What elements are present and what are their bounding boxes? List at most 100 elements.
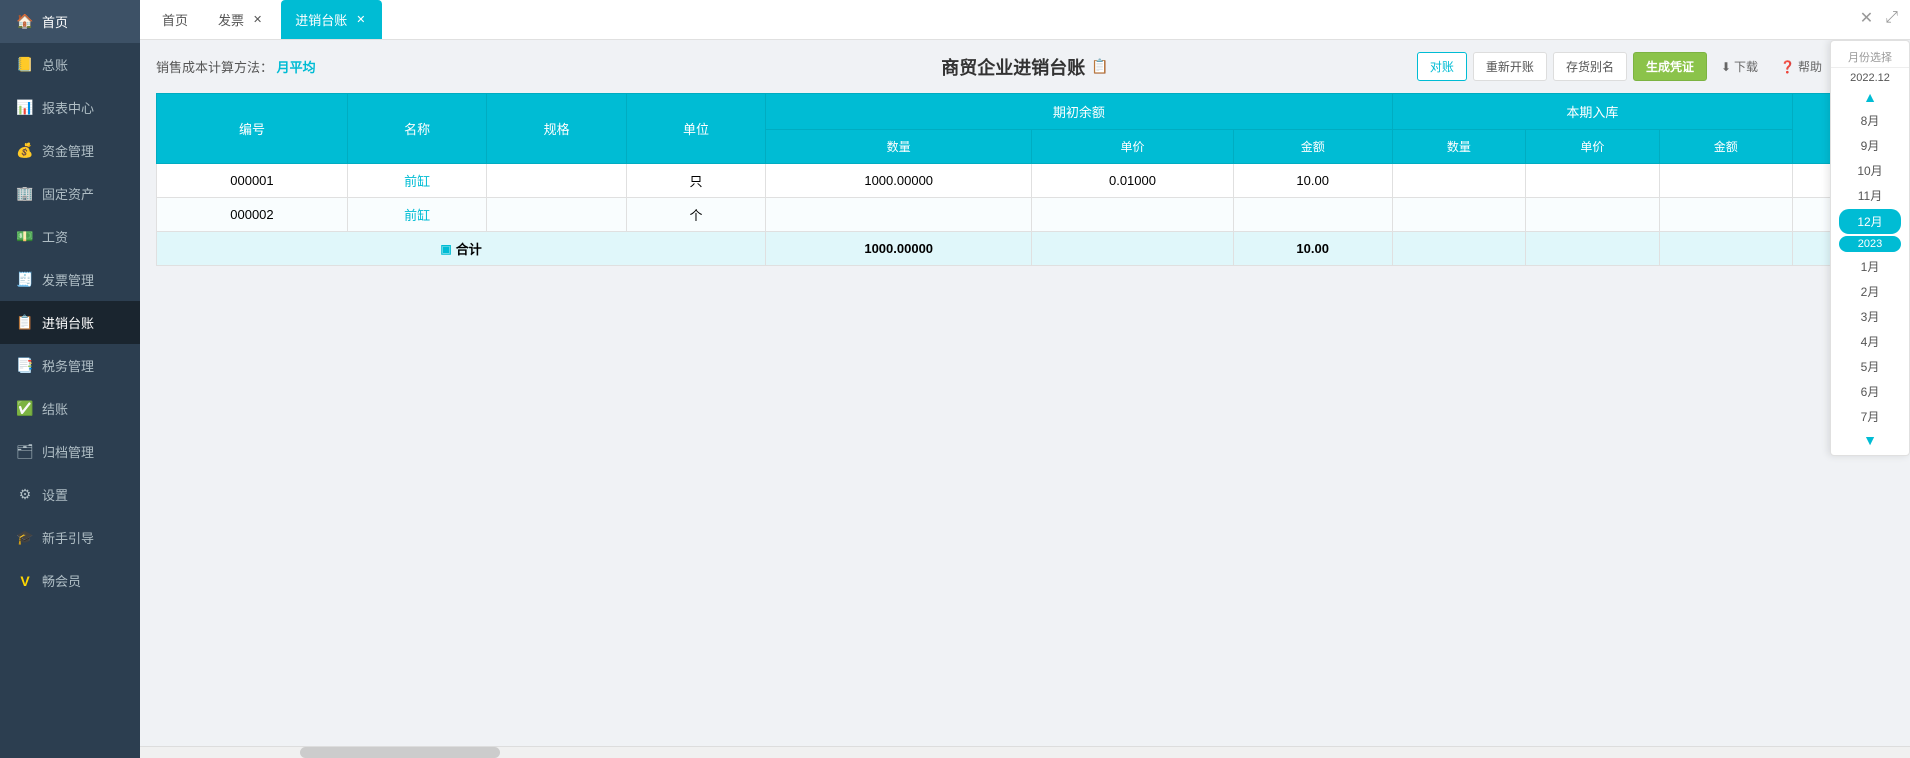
cell-name: 前缸 (347, 164, 486, 198)
sidebar: 🏠 首页 📒 总账 📊 报表中心 💰 资金管理 🏢 固定资产 💵 工资 🧾 发票… (0, 0, 140, 758)
sidebar-item-ledger[interactable]: 📒 总账 (0, 43, 140, 86)
download-icon: ⬇ (1721, 60, 1731, 74)
cell-opening-price (1032, 198, 1234, 232)
month-item-9[interactable]: 9月 (1831, 133, 1909, 158)
sidebar-item-label: 固定资产 (42, 184, 94, 203)
total-label-text: 合计 (456, 239, 482, 258)
sidebar-item-tax[interactable]: 📑 税务管理 (0, 344, 140, 387)
month-item-3[interactable]: 3月 (1831, 304, 1909, 329)
total-label-cell: ▣ 合计 (157, 232, 766, 266)
tab-invoice-close[interactable]: ✕ (250, 12, 265, 27)
sidebar-item-salary[interactable]: 💵 工资 (0, 215, 140, 258)
sidebar-item-vip[interactable]: V 畅会员 (0, 559, 140, 602)
month-item-12[interactable]: 12月 (1839, 209, 1901, 234)
month-item-6[interactable]: 6月 (1831, 379, 1909, 404)
table-row: 000002 前缸 个 (157, 198, 1894, 232)
bottom-scrollbar[interactable] (140, 746, 1910, 758)
help-label: 帮助 (1798, 58, 1822, 75)
sidebar-item-settings[interactable]: ⚙ 设置 (0, 473, 140, 516)
cell-name: 前缸 (347, 198, 486, 232)
col-opening-price: 单价 (1032, 130, 1234, 164)
total-opening-amount: 10.00 (1233, 232, 1392, 266)
inventory-icon: 📋 (16, 314, 34, 331)
col-current-in: 本期入库 (1392, 94, 1792, 130)
download-button[interactable]: ⬇ 下载 (1713, 53, 1766, 80)
col-opening-qty: 数量 (766, 130, 1032, 164)
save-alias-button[interactable]: 存货别名 (1553, 52, 1627, 81)
close-button[interactable]: ✕ (1858, 6, 1875, 30)
vip-icon: V (16, 573, 34, 589)
cell-code: 000001 (157, 164, 348, 198)
month-nav-up[interactable]: ▲ (1831, 86, 1909, 108)
ledger-icon: 📒 (16, 56, 34, 73)
reconcile-button[interactable]: 对账 (1417, 52, 1467, 81)
sidebar-item-reports[interactable]: 📊 报表中心 (0, 86, 140, 129)
total-opening-price (1032, 232, 1234, 266)
cell-current-in-amount (1659, 164, 1792, 198)
sidebar-item-label: 结账 (42, 399, 68, 418)
sidebar-item-settle[interactable]: ✅ 结账 (0, 387, 140, 430)
month-panel: 月份选择 2022.12 ▲ 8月 9月 10月 11月 12月 2023 1月… (1830, 40, 1910, 456)
tab-invoice-label: 发票 (218, 10, 244, 29)
total-icon: ▣ (440, 242, 451, 256)
page-title-icon: 📋 (1091, 58, 1108, 75)
scroll-thumb[interactable] (300, 747, 500, 758)
help-button[interactable]: ❓ 帮助 (1772, 53, 1830, 80)
sidebar-item-invoice[interactable]: 🧾 发票管理 (0, 258, 140, 301)
total-current-in-amount (1659, 232, 1792, 266)
tab-invoice[interactable]: 发票 ✕ (204, 0, 279, 39)
guide-icon: 🎓 (16, 529, 34, 546)
cell-spec (487, 198, 626, 232)
sidebar-item-guide[interactable]: 🎓 新手引导 (0, 516, 140, 559)
month-item-5[interactable]: 5月 (1831, 354, 1909, 379)
help-icon: ❓ (1780, 60, 1795, 74)
settle-icon: ✅ (16, 400, 34, 417)
cell-unit: 只 (626, 164, 765, 198)
cost-method-value: 月平均 (277, 60, 316, 75)
month-item-8[interactable]: 8月 (1831, 108, 1909, 133)
cell-current-in-qty (1392, 198, 1525, 232)
sidebar-item-funds[interactable]: 💰 资金管理 (0, 129, 140, 172)
cell-opening-qty (766, 198, 1032, 232)
col-name: 名称 (347, 94, 486, 164)
month-item-10[interactable]: 10月 (1831, 158, 1909, 183)
table-row: 000001 前缸 只 1000.00000 0.01000 10.00 (157, 164, 1894, 198)
month-item-11[interactable]: 11月 (1831, 183, 1909, 208)
month-panel-year-2023: 2023 (1839, 236, 1901, 252)
reopen-button[interactable]: 重新开账 (1473, 52, 1547, 81)
invoice-icon: 🧾 (16, 271, 34, 288)
download-label: 下载 (1734, 58, 1758, 75)
maximize-button[interactable]: ⤢ (1883, 6, 1900, 30)
month-item-7[interactable]: 7月 (1831, 404, 1909, 429)
cell-current-in-price (1526, 164, 1659, 198)
sidebar-item-assets[interactable]: 🏢 固定资产 (0, 172, 140, 215)
reports-icon: 📊 (16, 99, 34, 116)
month-nav-down[interactable]: ▼ (1831, 429, 1909, 451)
settings-icon: ⚙ (16, 486, 34, 503)
sidebar-item-archive[interactable]: 🗂 归档管理 (0, 430, 140, 473)
col-spec: 规格 (487, 94, 626, 164)
sidebar-item-label: 工资 (42, 227, 68, 246)
generate-voucher-button[interactable]: 生成凭证 (1633, 52, 1707, 81)
col-current-in-amount: 金额 (1659, 130, 1792, 164)
sidebar-item-label: 报表中心 (42, 98, 94, 117)
col-opening-balance: 期初余额 (766, 94, 1392, 130)
month-item-1[interactable]: 1月 (1831, 254, 1909, 279)
cell-current-in-price (1526, 198, 1659, 232)
sidebar-item-home[interactable]: 🏠 首页 (0, 0, 140, 43)
tab-inventory-close[interactable]: ✕ (353, 12, 368, 27)
total-current-in-price (1526, 232, 1659, 266)
month-panel-title: 月份选择 (1831, 45, 1909, 68)
tab-home[interactable]: 首页 (148, 0, 202, 39)
sidebar-item-label: 发票管理 (42, 270, 94, 289)
month-item-4[interactable]: 4月 (1831, 329, 1909, 354)
page-title: 商贸企业进销台账 📋 (941, 54, 1108, 80)
sidebar-item-inventory[interactable]: 📋 进销台账 (0, 301, 140, 344)
content-area: 销售成本计算方法： 月平均 商贸企业进销台账 📋 对账 重新开账 存货别名 生成… (140, 40, 1910, 746)
month-item-2[interactable]: 2月 (1831, 279, 1909, 304)
tab-inventory[interactable]: 进销台账 ✕ (281, 0, 382, 39)
tab-bar: 首页 发票 ✕ 进销台账 ✕ (140, 0, 1910, 40)
sidebar-item-label: 归档管理 (42, 442, 94, 461)
top-bar: 销售成本计算方法： 月平均 商贸企业进销台账 📋 对账 重新开账 存货别名 生成… (156, 52, 1894, 81)
total-opening-qty: 1000.00000 (766, 232, 1032, 266)
